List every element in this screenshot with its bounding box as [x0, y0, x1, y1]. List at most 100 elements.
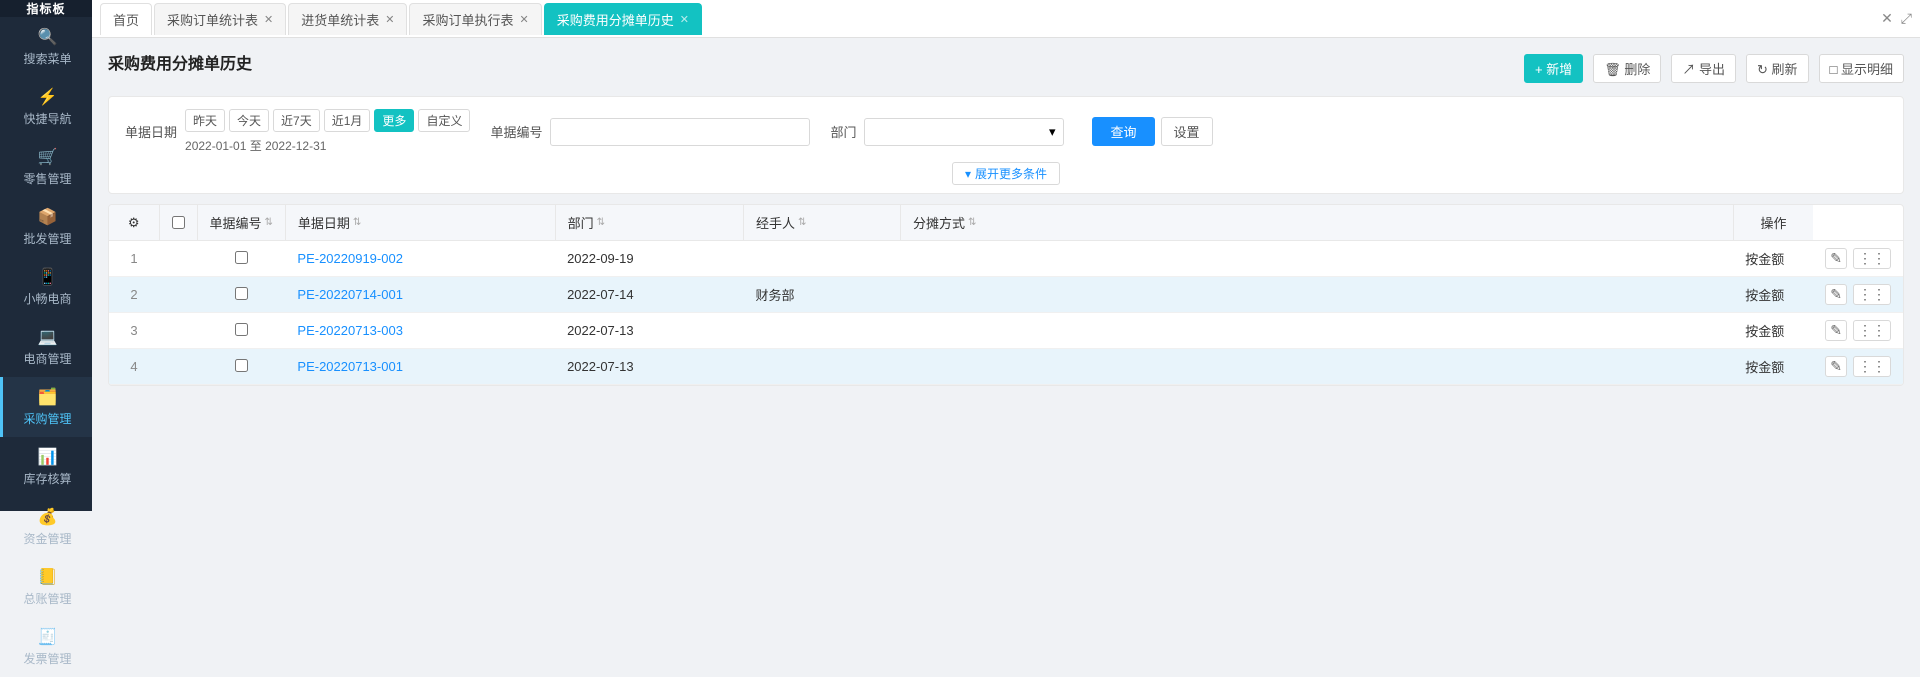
doc-num-link[interactable]: PE-20220713-003 — [297, 323, 403, 338]
close-icon[interactable]: ✕ — [385, 13, 394, 26]
th-split-method[interactable]: 分摊方式 ⇅ — [900, 205, 1733, 241]
refresh-button[interactable]: ↻ 刷新 — [1746, 54, 1809, 83]
expand-label: 展开更多条件 — [975, 165, 1047, 182]
chevron-down-icon: ▾ — [1049, 124, 1056, 140]
table-row: 2 PE-20220714-001 2022-07-14 财务部 按金额 ✎ ⋮… — [109, 277, 1903, 313]
th-doc-date[interactable]: 单据日期 ⇅ — [285, 205, 555, 241]
tab-label: 采购费用分摊单历史 — [557, 10, 674, 29]
date-btn-today[interactable]: 今天 — [229, 109, 269, 132]
th-setting[interactable]: ⚙ — [109, 205, 159, 241]
date-btn-more[interactable]: 更多 — [374, 109, 414, 132]
sidebar-item-label: 发票管理 — [23, 650, 71, 667]
sidebar-item-search[interactable]: 🔍 搜索菜单 — [0, 17, 92, 77]
ledger-icon: 📒 — [38, 567, 58, 587]
settings-button[interactable]: 设置 — [1161, 117, 1213, 146]
expand-button[interactable]: ▾ 展开更多条件 — [952, 162, 1060, 185]
expand-row: ▾ 展开更多条件 — [125, 162, 1887, 185]
edit-icon[interactable]: ✎ — [1825, 248, 1847, 269]
tab-purchase-cost-split[interactable]: 采购费用分摊单历史 ✕ — [544, 3, 702, 35]
more-icon[interactable]: ⋮⋮ — [1853, 356, 1891, 377]
sort-icon: ⇅ — [968, 217, 976, 228]
close-icon[interactable]: ✕ — [680, 13, 689, 26]
th-doc-num-label: 单据编号 — [210, 213, 262, 232]
retail-icon: 🛒 — [38, 147, 58, 167]
expand-window-icon[interactable]: ⤢ — [1901, 10, 1912, 27]
th-handler-label: 经手人 — [756, 213, 795, 232]
th-dept[interactable]: 部门 ⇅ — [555, 205, 743, 241]
sort-icon: ⇅ — [597, 217, 605, 228]
select-all-checkbox[interactable] — [172, 216, 185, 229]
tab-label: 采购订单统计表 — [167, 10, 258, 29]
cell-split-method: 按金额 — [1733, 313, 1813, 349]
close-icon[interactable]: ✕ — [520, 13, 529, 26]
row-check[interactable] — [197, 241, 285, 277]
export-button[interactable]: ↗ 导出 — [1671, 54, 1736, 83]
sidebar-item-ledger[interactable]: 📒 总账管理 — [0, 557, 92, 617]
date-btn-custom[interactable]: 自定义 — [418, 109, 470, 132]
sidebar-item-retail[interactable]: 🛒 零售管理 — [0, 137, 92, 197]
row-check[interactable] — [197, 277, 285, 313]
tabbar-actions: ✕ ⤢ — [1881, 10, 1912, 27]
row-check[interactable] — [197, 349, 285, 385]
th-doc-num[interactable]: 单据编号 ⇅ — [197, 205, 285, 241]
sidebar-item-invoice[interactable]: 🧾 发票管理 — [0, 617, 92, 677]
date-btn-7days[interactable]: 近7天 — [273, 109, 320, 132]
tab-goods-receipt-stat[interactable]: 进货单统计表 ✕ — [288, 3, 407, 35]
add-button[interactable]: + 新增 — [1524, 54, 1583, 83]
row-check[interactable] — [197, 313, 285, 349]
delete-button[interactable]: 🗑 删除 — [1593, 54, 1661, 83]
search-panel: 单据日期 昨天 今天 近7天 近1月 更多 自定义 2022-01-01 至 2… — [108, 96, 1904, 194]
sidebar-item-label: 快捷导航 — [23, 110, 71, 127]
row-num: 2 — [109, 277, 159, 313]
edit-icon[interactable]: ✎ — [1825, 356, 1847, 377]
doc-num-link[interactable]: PE-20220713-001 — [297, 359, 403, 374]
date-btn-yesterday[interactable]: 昨天 — [185, 109, 225, 132]
row-checkbox[interactable] — [235, 323, 248, 336]
th-handler[interactable]: 经手人 ⇅ — [743, 205, 900, 241]
query-button[interactable]: 查询 — [1092, 117, 1154, 146]
cell-doc-num: PE-20220713-001 — [285, 349, 555, 385]
date-btn-1month[interactable]: 近1月 — [324, 109, 371, 132]
row-num: 3 — [109, 313, 159, 349]
close-all-icon[interactable]: ✕ — [1881, 10, 1893, 27]
sidebar-logo: 指标板 — [0, 0, 92, 17]
sidebar-item-purchase[interactable]: 🗂️ 采购管理 — [0, 377, 92, 437]
dept-select[interactable]: ▾ — [864, 118, 1064, 146]
sidebar-item-mini-shop[interactable]: 📱 小畅电商 — [0, 257, 92, 317]
sidebar-item-quick-nav[interactable]: ⚡ 快捷导航 — [0, 77, 92, 137]
more-icon[interactable]: ⋮⋮ — [1853, 320, 1891, 341]
sidebar-item-label: 电商管理 — [23, 350, 71, 367]
close-icon[interactable]: ✕ — [264, 13, 273, 26]
table-header-row: ⚙ 单据编号 ⇅ — [109, 205, 1903, 241]
show-columns-button[interactable]: □ 显示明细 — [1819, 54, 1904, 83]
date-label: 单据日期 — [125, 122, 177, 141]
th-split-method-label: 分摊方式 — [913, 213, 965, 232]
sidebar-item-inventory[interactable]: 📊 库存核算 — [0, 437, 92, 497]
tab-purchase-order-stat[interactable]: 采购订单统计表 ✕ — [154, 3, 286, 35]
page-content: 采购费用分摊单历史 + 新增 🗑 删除 ↗ 导出 ↻ 刷新 □ 显示明细 单据日… — [92, 38, 1920, 511]
sidebar-item-label: 批发管理 — [23, 230, 71, 247]
more-icon[interactable]: ⋮⋮ — [1853, 248, 1891, 269]
row-checkbox[interactable] — [235, 359, 248, 372]
sidebar-item-label: 库存核算 — [23, 470, 71, 487]
edit-icon[interactable]: ✎ — [1825, 320, 1847, 341]
tabbar: 首页 采购订单统计表 ✕ 进货单统计表 ✕ 采购订单执行表 ✕ 采购费用分摊单历… — [92, 0, 1920, 38]
row-checkbox[interactable] — [235, 251, 248, 264]
sidebar-item-wholesale[interactable]: 📦 批发管理 — [0, 197, 92, 257]
cell-split-method: 按金额 — [1733, 241, 1813, 277]
tab-home[interactable]: 首页 — [100, 3, 152, 35]
th-check[interactable] — [159, 205, 197, 241]
cell-actions: ✎ ⋮⋮ — [1813, 313, 1903, 349]
row-checkbox[interactable] — [235, 287, 248, 300]
edit-icon[interactable]: ✎ — [1825, 284, 1847, 305]
sidebar-item-finance[interactable]: 💰 资金管理 — [0, 497, 92, 557]
doc-num-link[interactable]: PE-20220714-001 — [297, 287, 403, 302]
doc-num-input[interactable] — [550, 118, 810, 146]
dept-label: 部门 — [830, 122, 856, 141]
tab-purchase-order-exec[interactable]: 采购订单执行表 ✕ — [409, 3, 541, 35]
sidebar-item-ecommerce[interactable]: 💻 电商管理 — [0, 317, 92, 377]
doc-num-link[interactable]: PE-20220919-002 — [297, 251, 403, 266]
more-icon[interactable]: ⋮⋮ — [1853, 284, 1891, 305]
sidebar: 指标板 🔍 搜索菜单 ⚡ 快捷导航 🛒 零售管理 📦 批发管理 📱 小畅电商 💻… — [0, 0, 92, 511]
sort-icon: ⇅ — [353, 217, 361, 228]
